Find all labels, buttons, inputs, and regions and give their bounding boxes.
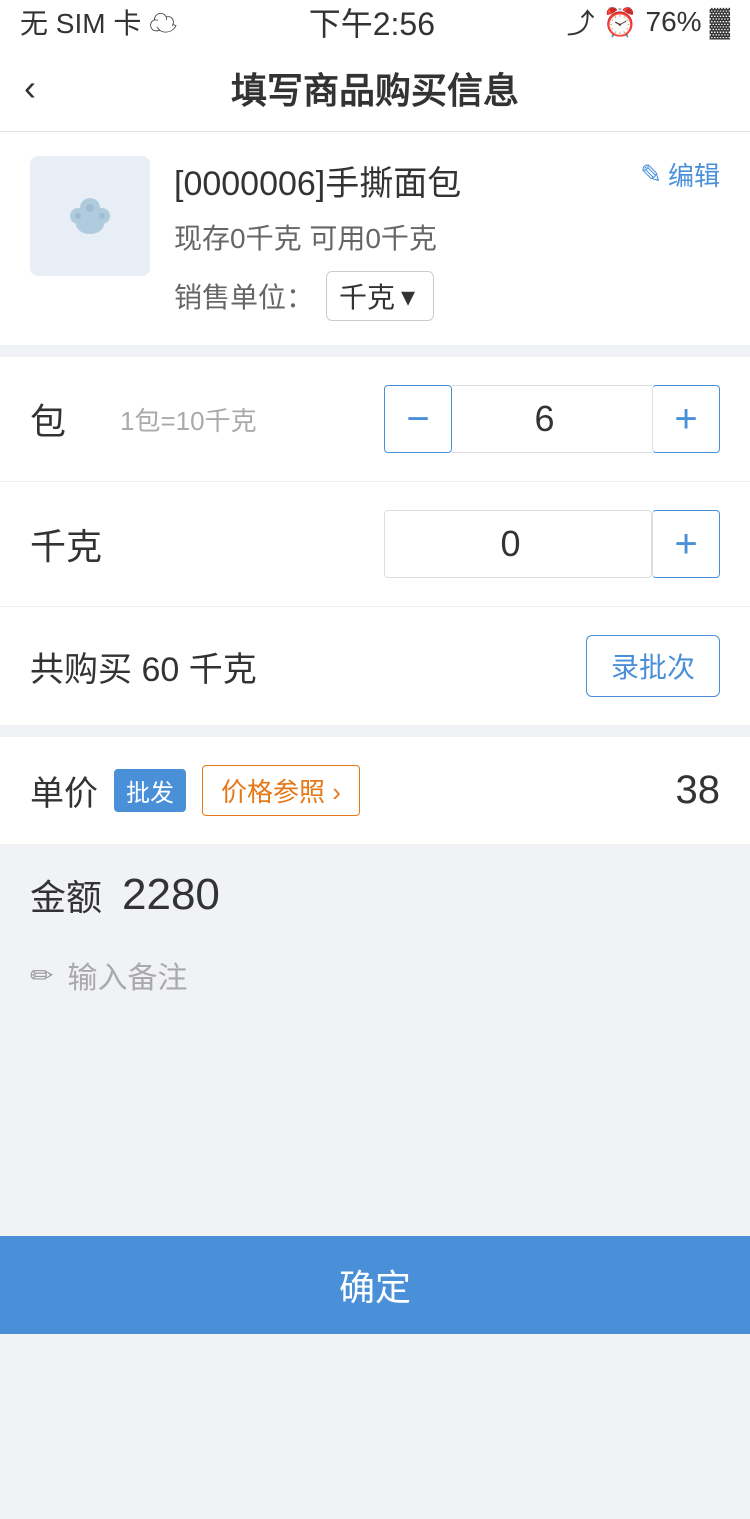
product-unit-row: 销售单位： 千克 ▾ <box>174 271 720 321</box>
kilogram-controls: + <box>384 510 720 578</box>
unit-value: 千克 <box>339 276 395 316</box>
alarm-icon: ⏰ <box>603 6 638 39</box>
total-label: 共购买 <box>30 651 132 689</box>
total-unit-text: 千克 <box>189 651 257 689</box>
nav-bar: ‹ 填写商品购买信息 <box>0 44 750 132</box>
price-value: 38 <box>676 768 721 813</box>
kilogram-input[interactable] <box>384 510 652 578</box>
price-ref-button[interactable]: 价格参照 › <box>202 765 360 816</box>
package-minus-button[interactable]: − <box>384 385 452 453</box>
unit-select[interactable]: 千克 ▾ <box>326 271 434 321</box>
battery-text: 76% <box>646 6 702 38</box>
kilogram-plus-button[interactable]: + <box>652 510 720 578</box>
confirm-button[interactable]: 确定 <box>0 1236 750 1334</box>
edit-label: 编辑 <box>668 156 720 193</box>
empty-area <box>0 1021 750 1421</box>
package-input[interactable] <box>452 385 652 453</box>
price-section: 单价 批发 价格参照 › 38 <box>0 737 750 845</box>
edit-icon: ✎ <box>640 159 662 190</box>
product-thumbnail <box>30 156 150 276</box>
page-title: 填写商品购买信息 <box>231 62 519 114</box>
package-controls: − + <box>384 385 720 453</box>
status-bar: 无 SIM 卡 ☁ 下午2:56 ⤴ ⏰ 76% ▓ <box>0 0 750 44</box>
package-plus-button[interactable]: + <box>652 385 720 453</box>
product-info: [0000006]手撕面包 现存0千克 可用0千克 销售单位： 千克 ▾ <box>174 156 720 321</box>
product-stock: 现存0千克 可用0千克 <box>174 217 720 257</box>
battery-icon: ▓ <box>710 6 730 38</box>
total-qty: 60 <box>141 651 179 689</box>
status-left: 无 SIM 卡 ☁ <box>20 2 177 42</box>
package-sublabel: 1包=10千克 <box>120 401 384 438</box>
remark-placeholder: 输入备注 <box>67 953 187 997</box>
status-right: ⤴ ⏰ 76% ▓ <box>567 2 730 42</box>
location-icon: ⤴ <box>567 2 595 42</box>
package-quantity-section: 包 1包=10千克 − + 千克 + <box>0 357 750 607</box>
remark-row[interactable]: ✏ 输入备注 <box>30 937 720 1021</box>
amount-value: 2280 <box>122 870 220 920</box>
product-name: [0000006]手撕面包 <box>174 156 720 205</box>
total-text: 共购买 60 千克 <box>30 642 257 691</box>
package-row: 包 1包=10千克 − + <box>0 357 750 482</box>
package-label: 包 <box>30 393 110 445</box>
status-time: 下午2:56 <box>309 0 435 45</box>
total-batch-row: 共购买 60 千克 录批次 <box>0 607 750 737</box>
batch-button[interactable]: 录批次 <box>586 635 720 697</box>
product-card: [0000006]手撕面包 现存0千克 可用0千克 销售单位： 千克 ▾ ✎ 编… <box>0 132 750 357</box>
kilogram-label: 千克 <box>30 518 110 570</box>
carrier-text: 无 SIM 卡 ☁ <box>20 2 177 42</box>
edit-button[interactable]: ✎ 编辑 <box>640 156 720 193</box>
price-label: 单价 <box>30 766 98 815</box>
price-tag: 批发 <box>114 769 186 812</box>
pencil-icon: ✏ <box>30 959 53 992</box>
back-button[interactable]: ‹ <box>24 67 36 109</box>
amount-label: 金额 <box>30 869 102 921</box>
total-unit <box>179 651 188 689</box>
dropdown-icon: ▾ <box>401 280 415 313</box>
unit-label: 销售单位： <box>174 276 314 316</box>
amount-section: 金额 2280 ✏ 输入备注 <box>0 845 750 1021</box>
kilogram-row: 千克 + <box>0 482 750 607</box>
amount-row: 金额 2280 <box>30 869 720 921</box>
